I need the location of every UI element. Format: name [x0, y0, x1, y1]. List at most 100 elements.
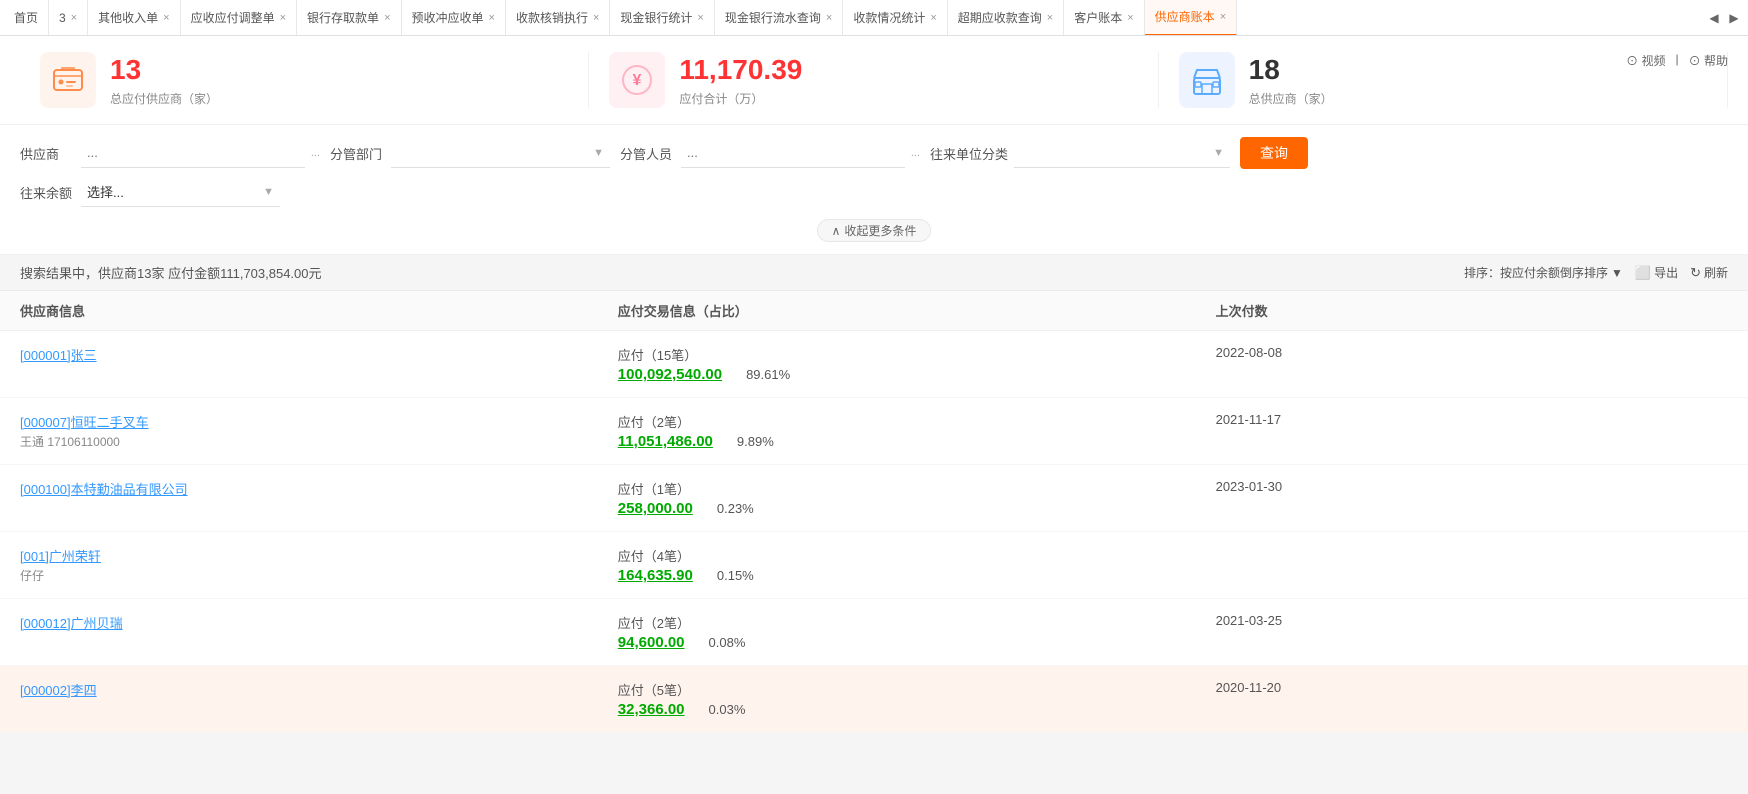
- close-icon[interactable]: ×: [1127, 12, 1133, 24]
- nav-right-arrow[interactable]: ▶: [1724, 0, 1744, 36]
- chevron-down-icon: ▼: [263, 186, 274, 198]
- table-row: [000001]张三 应付（15笔） 100,092,540.00 89.61%…: [0, 331, 1748, 398]
- nav-tab-payment-exec[interactable]: 收款核销执行 ×: [506, 0, 610, 36]
- row6-transaction: 应付（5笔） 32,366.00 0.03%: [618, 680, 1216, 718]
- nav-tab-overdue-query[interactable]: 超期应收款查询 ×: [948, 0, 1064, 36]
- export-button[interactable]: ⬜ 导出: [1635, 264, 1678, 281]
- supplier-link-row2[interactable]: [000007]恒旺二手叉车: [20, 412, 618, 431]
- supplier-link-row1[interactable]: [000001]张三: [20, 345, 618, 364]
- dept-filter-select[interactable]: ▼: [391, 138, 610, 168]
- supplier-link-row5[interactable]: [000012]广州贝瑞: [20, 613, 618, 632]
- filter-area: 供应商 ... 分管部门 ▼ 分管人员 ... 往来单位分类 ▼ 查询: [0, 125, 1748, 255]
- supplier-link-row4[interactable]: [001]广州荣轩: [20, 546, 618, 565]
- results-bar: 搜索结果中，供应商13家 应付金额111,703,854.00元 排序：按应付余…: [0, 255, 1748, 291]
- row5-tx-row: 94,600.00 0.08%: [618, 634, 1216, 651]
- row1-tx-label: 应付（15笔）: [618, 345, 1216, 364]
- sort-select[interactable]: 排序：按应付余额倒序排序 ▼: [1464, 264, 1623, 281]
- category-filter-select[interactable]: ▼: [1014, 138, 1230, 168]
- close-icon[interactable]: ×: [697, 12, 703, 24]
- row6-supplier: [000002]李四: [20, 680, 618, 699]
- row4-tx-amount[interactable]: 164,635.90: [618, 567, 693, 584]
- row1-transaction: 应付（15笔） 100,092,540.00 89.61%: [618, 345, 1216, 383]
- summary-card-total-content: 18 总供应商（家）: [1249, 53, 1333, 107]
- nav-tab-customer-account[interactable]: 客户账本 ×: [1064, 0, 1144, 36]
- supplier-count: 13: [110, 53, 218, 87]
- row5-supplier: [000012]广州贝瑞: [20, 613, 618, 632]
- close-icon[interactable]: ×: [593, 12, 599, 24]
- balance-filter-select[interactable]: 选择... ▼: [81, 177, 280, 207]
- row3-transaction: 应付（1笔） 258,000.00 0.23%: [618, 479, 1216, 517]
- row2-transaction: 应付（2笔） 11,051,486.00 9.89%: [618, 412, 1216, 450]
- nav-tab-cash-bank-flow[interactable]: 现金银行流水查询 ×: [715, 0, 843, 36]
- row4-tx-row: 164,635.90 0.15%: [618, 567, 1216, 584]
- nav-tab-cash-bank-stat[interactable]: 现金银行统计 ×: [610, 0, 714, 36]
- total-supplier-count: 18: [1249, 53, 1333, 87]
- refresh-icon: ↻: [1690, 265, 1701, 281]
- search-button[interactable]: 查询: [1240, 137, 1308, 169]
- video-link[interactable]: ⊙ 视频: [1626, 52, 1665, 69]
- results-info: 搜索结果中，供应商13家 应付金额111,703,854.00元: [20, 263, 322, 282]
- summary-area: 13 总应付供应商（家） ¥ 11,170.39 应付合计（万）: [0, 36, 1748, 125]
- person-filter-dots: ...: [911, 147, 920, 159]
- supplier-filter-input[interactable]: [81, 138, 305, 168]
- row3-tx-amount[interactable]: 258,000.00: [618, 500, 693, 517]
- close-icon[interactable]: ×: [1220, 11, 1226, 23]
- row6-last-pay: 2020-11-20: [1216, 680, 1728, 695]
- summary-card-suppliers-content: 13 总应付供应商（家）: [110, 53, 218, 107]
- chevron-down-icon: ▼: [1213, 147, 1224, 159]
- row5-last-pay: 2021-03-25: [1216, 613, 1728, 628]
- table-row: [001]广州荣轩 仔仔 应付（4笔） 164,635.90 0.15%: [0, 532, 1748, 599]
- nav-tab-ap-adjustment[interactable]: 应收应付调整单 ×: [181, 0, 297, 36]
- supplier-link-row3[interactable]: [000100]本特勤油品有限公司: [20, 479, 618, 498]
- help-icon: ⊙: [1689, 54, 1701, 68]
- collapse-icon: ∧: [832, 224, 841, 238]
- collapse-button[interactable]: ∧ 收起更多条件: [817, 219, 932, 242]
- supplier-filter-dots: ...: [311, 147, 320, 159]
- nav-tab-home[interactable]: 首页: [4, 0, 49, 36]
- nav-tab-bank-deposit[interactable]: 银行存取款单 ×: [297, 0, 401, 36]
- refresh-button[interactable]: ↻ 刷新: [1690, 264, 1728, 281]
- supplier-count-label: 总应付供应商（家）: [110, 90, 218, 107]
- close-icon[interactable]: ×: [163, 12, 169, 24]
- row3-last-pay: 2023-01-30: [1216, 479, 1728, 494]
- nav-tab-3[interactable]: 3 ×: [49, 0, 88, 36]
- nav-left-arrow[interactable]: ◀: [1704, 0, 1724, 36]
- row5-tx-amount[interactable]: 94,600.00: [618, 634, 685, 651]
- nav-tab-collection-stat[interactable]: 收款情况统计 ×: [843, 0, 947, 36]
- close-icon[interactable]: ×: [826, 12, 832, 24]
- sort-icon: ▼: [1611, 266, 1623, 280]
- row4-tx-label: 应付（4笔）: [618, 546, 1216, 565]
- total-supplier-label: 总供应商（家）: [1249, 90, 1333, 107]
- dept-filter-label: 分管部门: [330, 144, 385, 163]
- person-filter-input[interactable]: [681, 138, 905, 168]
- row3-tx-label: 应付（1笔）: [618, 479, 1216, 498]
- row2-tx-amount[interactable]: 11,051,486.00: [618, 433, 713, 450]
- row6-tx-amount[interactable]: 32,366.00: [618, 701, 685, 718]
- row2-tx-row: 11,051,486.00 9.89%: [618, 433, 1216, 450]
- row1-tx-amount[interactable]: 100,092,540.00: [618, 366, 722, 383]
- filter-row-2: 往来余额 选择... ▼: [20, 177, 280, 207]
- svg-text:¥: ¥: [633, 72, 642, 89]
- row5-transaction: 应付（2笔） 94,600.00 0.08%: [618, 613, 1216, 651]
- close-icon[interactable]: ×: [384, 12, 390, 24]
- help-link[interactable]: ⊙ 帮助: [1689, 52, 1728, 69]
- table-row: [000012]广州贝瑞 应付（2笔） 94,600.00 0.08% 2021…: [0, 599, 1748, 666]
- close-icon[interactable]: ×: [280, 12, 286, 24]
- chevron-down-icon: ▼: [593, 147, 604, 159]
- nav-tab-supplier-account[interactable]: 供应商账本 ×: [1145, 0, 1237, 36]
- close-icon[interactable]: ×: [930, 12, 936, 24]
- nav-tab-other-income[interactable]: 其他收入单 ×: [88, 0, 180, 36]
- person-filter-label: 分管人员: [620, 144, 675, 163]
- summary-card-amount-content: 11,170.39 应付合计（万）: [679, 53, 802, 107]
- filter-item-person: 分管人员 ...: [620, 138, 920, 168]
- close-icon[interactable]: ×: [71, 12, 77, 24]
- row1-last-pay-date: 2022-08-08: [1216, 345, 1283, 360]
- row6-last-pay-date: 2020-11-20: [1216, 680, 1282, 695]
- close-icon[interactable]: ×: [489, 12, 495, 24]
- col-header-supplier: 供应商信息: [20, 301, 618, 320]
- supplier-link-row6[interactable]: [000002]李四: [20, 680, 618, 699]
- row1-tx-row: 100,092,540.00 89.61%: [618, 366, 1216, 383]
- close-icon[interactable]: ×: [1047, 12, 1053, 24]
- filter-item-supplier: 供应商 ...: [20, 138, 320, 168]
- nav-tab-advance-offset[interactable]: 预收冲应收单 ×: [402, 0, 506, 36]
